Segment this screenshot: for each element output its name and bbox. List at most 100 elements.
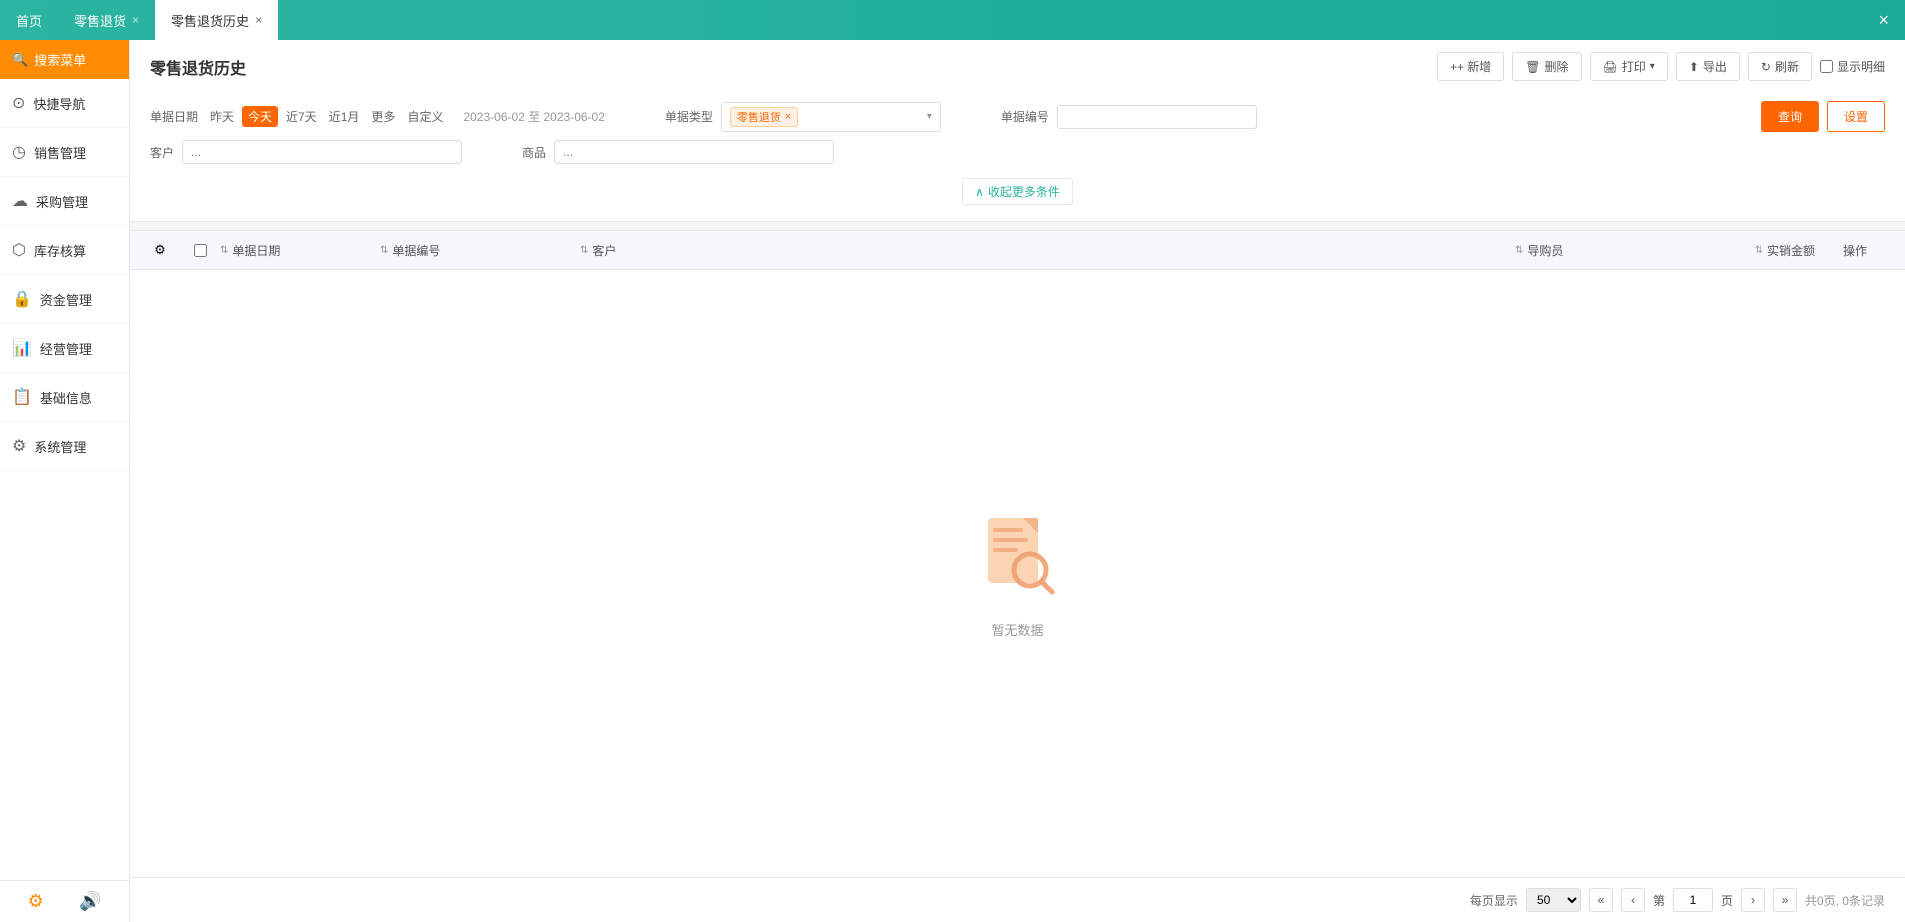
customer-input[interactable]: [182, 140, 462, 164]
next-page-button[interactable]: ›: [1741, 888, 1765, 912]
date-btn-custom[interactable]: 自定义: [403, 106, 447, 127]
tab-retail-return-history-close[interactable]: ×: [255, 13, 262, 27]
customer-label: 客户: [150, 144, 174, 161]
select-all-checkbox[interactable]: [194, 244, 207, 257]
sidebar-item-ops-mgmt[interactable]: 📊 经营管理: [0, 324, 129, 373]
sort-icon-customer: ⇅: [580, 245, 588, 256]
audio-icon[interactable]: 🔊: [79, 891, 101, 912]
window-close-button[interactable]: ×: [1862, 10, 1905, 31]
sidebar-item-basic-info[interactable]: 📋 基础信息: [0, 373, 129, 422]
date-shortcuts: 昨天 今天 近7天 近1月 更多 自定义: [206, 106, 447, 127]
collapse-button[interactable]: ∧ 收起更多条件: [962, 178, 1073, 205]
new-button[interactable]: + + 新增: [1437, 52, 1504, 81]
filter-area: 单据日期 昨天 今天 近7天 近1月 更多 自定义 2023-06-02 至 2…: [150, 91, 1885, 221]
sidebar-item-finance-mgmt[interactable]: 🔒 资金管理: [0, 275, 129, 324]
sidebar-item-quick-nav[interactable]: ⊙ 快捷导航: [0, 79, 129, 128]
date-filter: 单据日期 昨天 今天 近7天 近1月 更多 自定义 2023-06-02 至 2…: [150, 106, 605, 127]
doc-type-filter: 单据类型 零售退货 × ▾: [665, 102, 941, 132]
page-section-label: 第: [1653, 892, 1665, 909]
export-button[interactable]: ⬆ 导出: [1676, 52, 1740, 81]
prev-page-button[interactable]: ‹: [1621, 888, 1645, 912]
action-buttons: 查询 设置: [1761, 101, 1885, 132]
date-btn-1month[interactable]: 近1月: [325, 106, 364, 127]
inventory-icon: ⬡: [12, 240, 26, 260]
settings-icon[interactable]: ⚙: [28, 891, 44, 912]
date-btn-7days[interactable]: 近7天: [282, 106, 321, 127]
export-icon: ⬆: [1689, 60, 1699, 74]
main-layout: 🔍 搜索菜单 ⊙ 快捷导航 ◷ 销售管理 ☁ 采购管理 ⬡ 库存核算 🔒 资金: [0, 40, 1905, 922]
finance-icon: 🔒: [12, 289, 32, 309]
filter-row-1: 单据日期 昨天 今天 近7天 近1月 更多 自定义 2023-06-02 至 2…: [150, 101, 1885, 132]
empty-state: 暂无数据: [130, 270, 1905, 877]
date-btn-today[interactable]: 今天: [242, 106, 278, 127]
query-button[interactable]: 查询: [1761, 101, 1819, 132]
date-btn-yesterday[interactable]: 昨天: [206, 106, 238, 127]
tab-retail-return-close[interactable]: ×: [132, 13, 139, 27]
sort-icon-date: ⇅: [220, 245, 228, 256]
sidebar-search[interactable]: 🔍 搜索菜单: [0, 40, 129, 79]
page-number-input[interactable]: [1673, 888, 1713, 912]
tab-home[interactable]: 首页: [0, 0, 58, 40]
refresh-icon: ↻: [1761, 60, 1771, 74]
pagination: 每页显示 10 20 50 100 « ‹ 第 页 › » 共0页, 0条记录: [130, 877, 1905, 922]
date-filter-label: 单据日期: [150, 108, 198, 125]
doc-no-filter: 单据编号: [1001, 105, 1257, 129]
page-header: 零售退货历史 + + 新增 🗑 删除 🖨 打印 ▾: [130, 40, 1905, 222]
col-amount[interactable]: ⇅ 实销金额: [1675, 242, 1815, 259]
sidebar-menu: ⊙ 快捷导航 ◷ 销售管理 ☁ 采购管理 ⬡ 库存核算 🔒 资金管理 📊 经营管: [0, 79, 129, 880]
quick-nav-icon: ⊙: [12, 93, 25, 113]
collapse-row: ∧ 收起更多条件: [150, 172, 1885, 211]
sys-mgmt-icon: ⚙: [12, 436, 26, 456]
doc-type-select[interactable]: 零售退货 × ▾: [721, 102, 941, 132]
doc-type-select-arrow: ▾: [927, 111, 932, 122]
first-page-button[interactable]: «: [1589, 888, 1613, 912]
sort-icon-guide: ⇅: [1515, 245, 1523, 256]
doc-type-tag-remove[interactable]: ×: [785, 111, 791, 123]
table-container: ⚙ ⇅ 单据日期 ⇅ 单据编号 ⇅ 客户 ⇅: [130, 230, 1905, 922]
top-bar: 首页 零售退货 × 零售退货历史 × ×: [0, 0, 1905, 40]
customer-filter: 客户: [150, 140, 462, 164]
settings-button[interactable]: 设置: [1827, 101, 1885, 132]
delete-button[interactable]: 🗑 删除: [1512, 52, 1581, 81]
sidebar-item-inventory[interactable]: ⬡ 库存核算: [0, 226, 129, 275]
show-detail-checkbox-label[interactable]: 显示明细: [1820, 58, 1885, 75]
col-customer[interactable]: ⇅ 客户: [580, 242, 1515, 259]
refresh-button[interactable]: ↻ 刷新: [1748, 52, 1812, 81]
tab-retail-return[interactable]: 零售退货 ×: [58, 0, 155, 40]
toolbar: + + 新增 🗑 删除 🖨 打印 ▾ ⬆ 导出: [1437, 52, 1885, 81]
col-no[interactable]: ⇅ 单据编号: [380, 242, 580, 259]
tab-list: 首页 零售退货 × 零售退货历史 ×: [0, 0, 1862, 40]
last-page-button[interactable]: »: [1773, 888, 1797, 912]
page-size-label: 每页显示: [1470, 892, 1518, 909]
print-button[interactable]: 🖨 打印 ▾: [1590, 52, 1668, 81]
sidebar-item-sys-mgmt[interactable]: ⚙ 系统管理: [0, 422, 129, 471]
doc-no-input[interactable]: [1057, 105, 1257, 129]
col-date[interactable]: ⇅ 单据日期: [220, 242, 380, 259]
col-guide[interactable]: ⇅ 导购员: [1515, 242, 1675, 259]
goods-input[interactable]: [554, 140, 834, 164]
filter-row-2: 客户 商品: [150, 140, 1885, 164]
sidebar-item-purchase-mgmt[interactable]: ☁ 采购管理: [0, 177, 129, 226]
page-size-select[interactable]: 10 20 50 100: [1526, 888, 1581, 912]
date-btn-more[interactable]: 更多: [367, 106, 399, 127]
content-area: 零售退货历史 + + 新增 🗑 删除 🖨 打印 ▾: [130, 40, 1905, 922]
sidebar-footer: ⚙ 🔊: [0, 880, 129, 922]
ops-icon: 📊: [12, 338, 32, 358]
delete-icon: 🗑: [1525, 60, 1540, 74]
search-icon: 🔍: [12, 52, 28, 68]
doc-type-label: 单据类型: [665, 108, 713, 125]
column-settings-icon[interactable]: ⚙: [154, 242, 166, 258]
tab-retail-return-history[interactable]: 零售退货历史 ×: [155, 0, 278, 40]
sort-icon-no: ⇅: [380, 245, 388, 256]
show-detail-checkbox[interactable]: [1820, 60, 1833, 73]
col-check[interactable]: [180, 244, 220, 257]
page-title: 零售退货历史: [150, 55, 246, 79]
doc-no-label: 单据编号: [1001, 108, 1049, 125]
doc-type-tag: 零售退货 ×: [730, 107, 798, 127]
page-title-row: 零售退货历史 + + 新增 🗑 删除 🖨 打印 ▾: [150, 52, 1885, 81]
goods-label: 商品: [522, 144, 546, 161]
sidebar-item-sales-mgmt[interactable]: ◷ 销售管理: [0, 128, 129, 177]
date-range: 2023-06-02 至 2023-06-02: [463, 108, 604, 125]
table-header: ⚙ ⇅ 单据日期 ⇅ 单据编号 ⇅ 客户 ⇅: [130, 230, 1905, 270]
col-settings[interactable]: ⚙: [140, 242, 180, 258]
